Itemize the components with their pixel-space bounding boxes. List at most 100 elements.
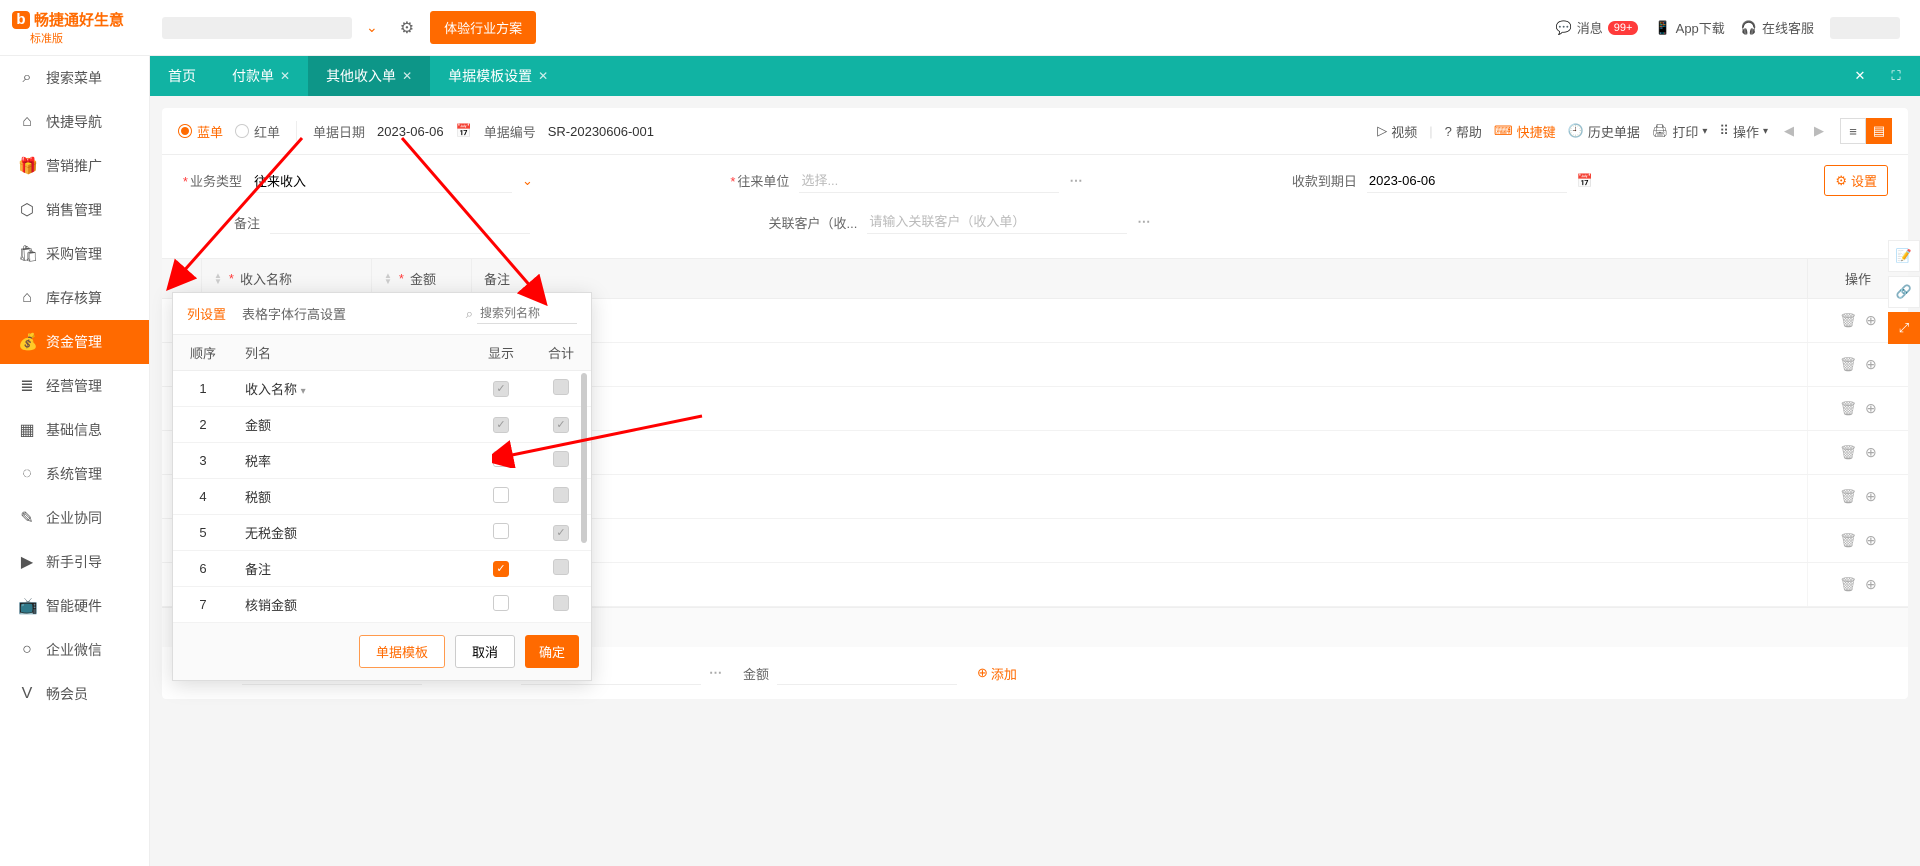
operate-link[interactable]: ⠿操作▾ <box>1719 122 1768 141</box>
sidebar-item-guide[interactable]: ▶新手引导 <box>0 540 149 584</box>
delete-icon[interactable]: 🗑 <box>1839 400 1857 417</box>
print-link[interactable]: 🖨打印▾ <box>1652 122 1708 141</box>
close-icon[interactable]: ✕ <box>538 69 548 83</box>
cancel-button[interactable]: 取消 <box>455 635 515 668</box>
sum-checkbox[interactable] <box>553 451 569 467</box>
show-checkbox[interactable] <box>493 561 509 577</box>
setting-button[interactable]: ⚙设置 <box>1824 165 1888 196</box>
user-avatar-redacted[interactable] <box>1830 17 1900 39</box>
template-button[interactable]: 单据模板 <box>359 635 445 668</box>
help-link[interactable]: ?帮助 <box>1445 122 1482 141</box>
settings-gear-icon[interactable]: ⚙ <box>392 18 422 38</box>
sum-checkbox[interactable] <box>553 417 569 433</box>
calendar-icon[interactable]: 📅 <box>1577 173 1593 189</box>
customer-input[interactable] <box>867 210 1127 234</box>
sidebar-item-search[interactable]: ⌕搜索菜单 <box>0 56 149 100</box>
delete-icon[interactable]: 🗑 <box>1839 312 1857 329</box>
delete-icon[interactable]: 🗑 <box>1839 532 1857 549</box>
next-icon[interactable]: ▶ <box>1810 123 1828 139</box>
dropdown-icon[interactable]: ⌄ <box>522 173 533 189</box>
popup-row[interactable]: 7核销金额 <box>173 587 591 623</box>
sum-checkbox[interactable] <box>553 595 569 611</box>
scrollbar[interactable] <box>581 373 587 543</box>
copy-icon[interactable]: ⊕ <box>1865 356 1877 373</box>
more-icon[interactable]: ⋯ <box>1137 214 1151 230</box>
add-button[interactable]: ⊕添加 <box>977 664 1017 683</box>
copy-icon[interactable]: ⊕ <box>1865 444 1877 461</box>
popup-row[interactable]: 2金额 <box>173 407 591 443</box>
tab-close-all-icon[interactable]: ✕ <box>1846 62 1874 90</box>
video-link[interactable]: ▷视频 <box>1377 122 1417 141</box>
sidebar-item-operations[interactable]: ≣经营管理 <box>0 364 149 408</box>
app-download-link[interactable]: 📱 App下载 <box>1654 18 1724 37</box>
sum-checkbox[interactable] <box>553 525 569 541</box>
tab-payment[interactable]: 付款单✕ <box>214 56 308 96</box>
date-value[interactable]: 2023-06-06 <box>377 124 444 139</box>
delete-icon[interactable]: 🗑 <box>1839 488 1857 505</box>
delete-icon[interactable]: 🗑 <box>1839 576 1857 593</box>
rail-link-icon[interactable]: 🔗 <box>1888 276 1920 308</box>
confirm-button[interactable]: 确定 <box>525 635 579 668</box>
copy-icon[interactable]: ⊕ <box>1865 576 1877 593</box>
tab-fullscreen-icon[interactable]: ⛶ <box>1882 62 1910 90</box>
rail-expand-icon[interactable]: ⤢ <box>1888 312 1920 344</box>
view-detail-icon[interactable]: ▤ <box>1866 118 1892 144</box>
delete-icon[interactable]: 🗑 <box>1839 444 1857 461</box>
show-checkbox[interactable] <box>493 381 509 397</box>
sidebar-item-member[interactable]: V畅会员 <box>0 672 149 716</box>
due-input[interactable] <box>1367 169 1567 193</box>
radio-blue[interactable]: 蓝单 <box>178 122 223 141</box>
sidebar-item-collab[interactable]: ✎企业协同 <box>0 496 149 540</box>
sum-checkbox[interactable] <box>553 379 569 395</box>
remark-input[interactable] <box>270 210 530 234</box>
close-icon[interactable]: ✕ <box>280 69 290 83</box>
radio-red[interactable]: 红单 <box>235 122 280 141</box>
sidebar-item-quicknav[interactable]: ⌂快捷导航 <box>0 100 149 144</box>
company-dropdown-icon[interactable]: ⌄ <box>360 19 384 36</box>
sum-checkbox[interactable] <box>553 487 569 503</box>
popup-tab-font[interactable]: 表格字体行高设置 <box>242 304 346 323</box>
copy-icon[interactable]: ⊕ <box>1865 400 1877 417</box>
tab-other-income[interactable]: 其他收入单✕ <box>308 56 430 96</box>
sidebar-item-sales[interactable]: ⬡销售管理 <box>0 188 149 232</box>
more-icon[interactable]: ⋯ <box>1069 173 1083 189</box>
sidebar-item-marketing[interactable]: 🎁营销推广 <box>0 144 149 188</box>
show-checkbox[interactable] <box>493 595 509 611</box>
popup-row[interactable]: 1收入名称 ▾ <box>173 371 591 407</box>
calendar-icon[interactable]: 📅 <box>456 123 472 139</box>
rail-note-icon[interactable]: 📝 <box>1888 240 1920 272</box>
amount-input[interactable] <box>777 661 957 685</box>
sidebar-item-basicinfo[interactable]: ▦基础信息 <box>0 408 149 452</box>
copy-icon[interactable]: ⊕ <box>1865 488 1877 505</box>
biz-type-input[interactable] <box>252 169 512 193</box>
tab-home[interactable]: 首页 <box>150 56 214 96</box>
close-icon[interactable]: ✕ <box>402 69 412 83</box>
shortcut-link[interactable]: ⌨快捷键 <box>1494 122 1556 141</box>
trial-button[interactable]: 体验行业方案 <box>430 11 536 44</box>
sidebar-item-wework[interactable]: ○企业微信 <box>0 628 149 672</box>
message-link[interactable]: 💬 消息 99+ <box>1556 18 1639 37</box>
history-link[interactable]: 🕘历史单据 <box>1568 122 1640 141</box>
sum-checkbox[interactable] <box>553 559 569 575</box>
sidebar-item-inventory[interactable]: ⌂库存核算 <box>0 276 149 320</box>
show-checkbox[interactable] <box>493 417 509 433</box>
sidebar-item-funds[interactable]: 💰资金管理 <box>0 320 149 364</box>
grid-header-remark[interactable]: 备注 <box>472 259 1808 298</box>
popup-search-input[interactable] <box>477 303 577 324</box>
more-icon[interactable]: ⋯ <box>709 665 723 681</box>
popup-row[interactable]: 4税额 <box>173 479 591 515</box>
copy-icon[interactable]: ⊕ <box>1865 312 1877 329</box>
delete-icon[interactable]: 🗑 <box>1839 356 1857 373</box>
popup-row[interactable]: 6备注 <box>173 551 591 587</box>
show-checkbox[interactable] <box>493 523 509 539</box>
party-input[interactable] <box>799 169 1059 193</box>
popup-row[interactable]: 3税率 <box>173 443 591 479</box>
popup-tab-columns[interactable]: 列设置 <box>187 304 226 323</box>
show-checkbox[interactable] <box>493 451 509 467</box>
view-list-icon[interactable]: ≡ <box>1840 118 1866 144</box>
copy-icon[interactable]: ⊕ <box>1865 532 1877 549</box>
sidebar-item-smarthw[interactable]: 📺智能硬件 <box>0 584 149 628</box>
support-link[interactable]: 🎧 在线客服 <box>1741 18 1814 37</box>
tab-template[interactable]: 单据模板设置✕ <box>430 56 566 96</box>
popup-row[interactable]: 5无税金额 <box>173 515 591 551</box>
